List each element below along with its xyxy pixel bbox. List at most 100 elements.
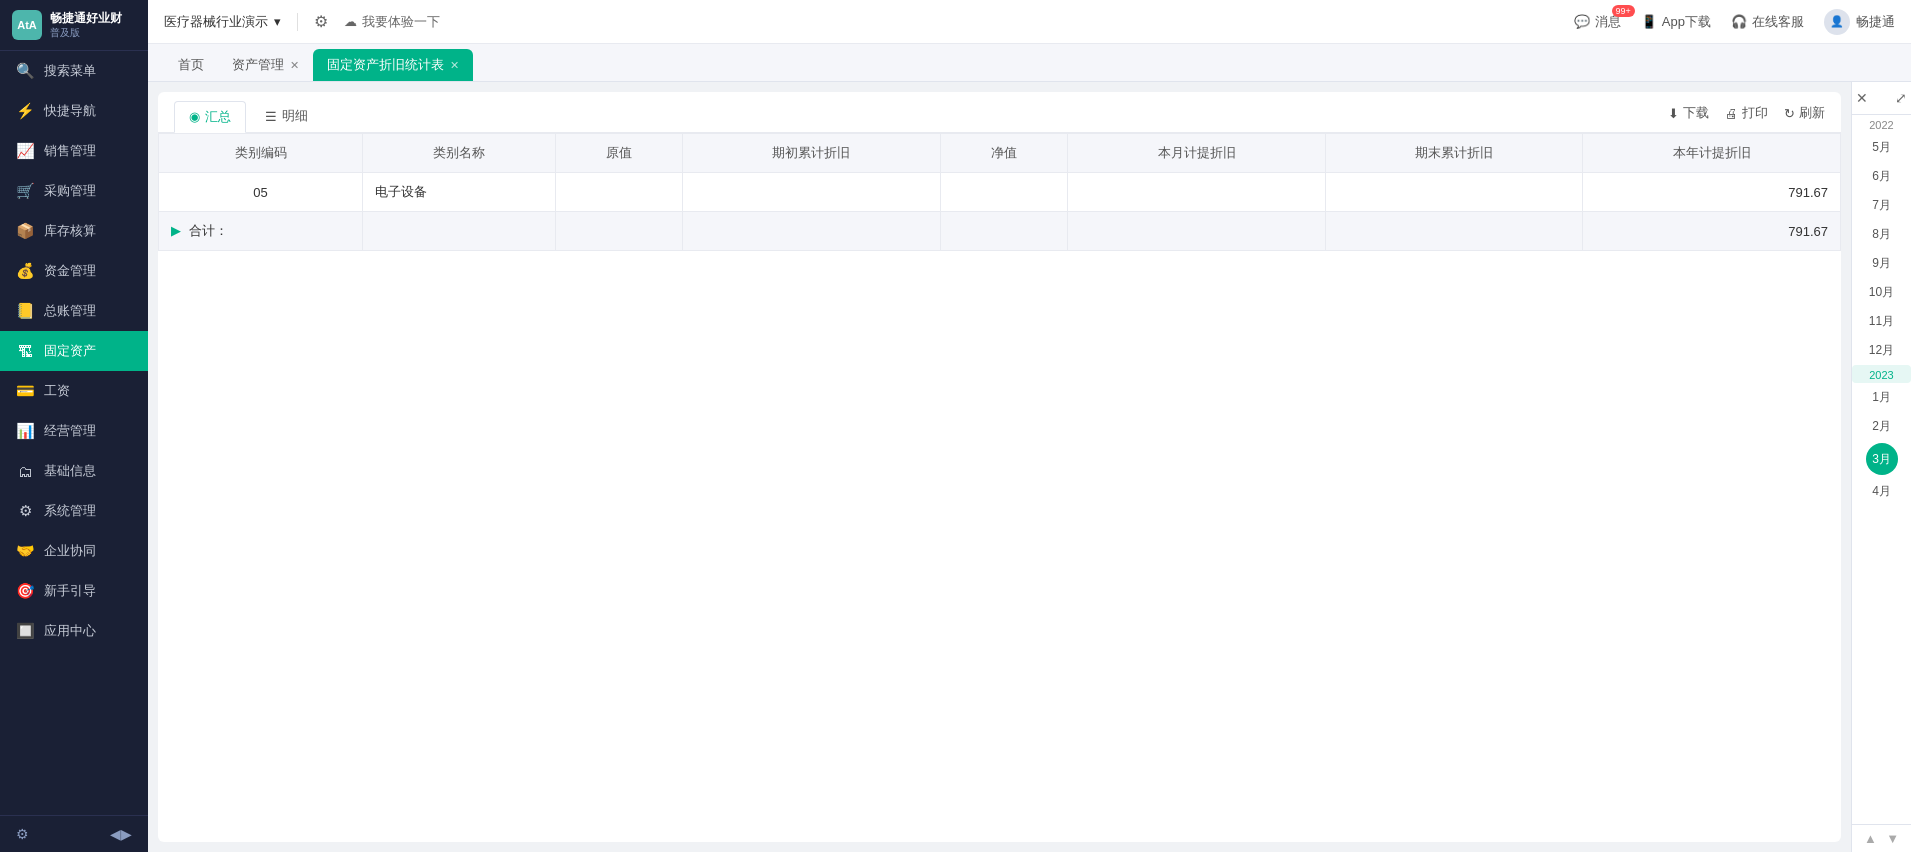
- online-service-button[interactable]: 🎧 在线客服: [1731, 13, 1804, 31]
- sidebar-item-label: 系统管理: [44, 502, 96, 520]
- content-area: ◉ 汇总 ☰ 明细 ⬇ 下载 🖨 打印: [148, 82, 1911, 852]
- sidebar-item-label: 工资: [44, 382, 70, 400]
- tab-home-label: 首页: [178, 56, 204, 74]
- sub-tab-detail-label: 明细: [282, 107, 308, 125]
- sub-tab-summary[interactable]: ◉ 汇总: [174, 101, 246, 133]
- col-name: 类别名称: [363, 134, 556, 173]
- settings-icon[interactable]: ⚙: [314, 12, 328, 31]
- sub-tab-summary-label: 汇总: [205, 108, 231, 126]
- topbar: 医疗器械行业演示 ▾ ⚙ ☁ 我要体验一下 💬 消息 99+ 📱 App下载 🎧…: [148, 0, 1911, 44]
- sidebar-item-guide[interactable]: 🎯 新手引导: [0, 571, 148, 611]
- date-panel-close-button[interactable]: ✕: [1856, 90, 1868, 106]
- sidebar-footer: ⚙ ◀▶: [0, 815, 148, 852]
- refresh-button[interactable]: ↻ 刷新: [1784, 104, 1825, 122]
- date-prev-arrow[interactable]: ▲: [1860, 829, 1881, 848]
- col-code: 类别编码: [159, 134, 363, 173]
- tab-fixed-asset-depreciation-label: 固定资产折旧统计表: [327, 56, 444, 74]
- message-icon: 💬: [1574, 14, 1590, 29]
- sidebar-item-basic-info[interactable]: 🗂 基础信息: [0, 451, 148, 491]
- experience-button[interactable]: ☁ 我要体验一下: [344, 13, 440, 31]
- company-dropdown-icon: ▾: [274, 14, 281, 29]
- tab-home[interactable]: 首页: [164, 49, 218, 81]
- tab-asset-mgmt-close[interactable]: ✕: [290, 59, 299, 72]
- date-next-arrow[interactable]: ▼: [1882, 829, 1903, 848]
- app-download-button[interactable]: 📱 App下载: [1641, 13, 1711, 31]
- sidebar-item-label: 采购管理: [44, 182, 96, 200]
- month-2022-12[interactable]: 12月: [1865, 336, 1898, 365]
- sidebar-item-system[interactable]: ⚙ 系统管理: [0, 491, 148, 531]
- sidebar-item-label: 新手引导: [44, 582, 96, 600]
- table-row: 05 电子设备 791.67: [159, 173, 1841, 212]
- total-ending-accumulated: [1325, 212, 1583, 251]
- online-service-icon: 🎧: [1731, 14, 1747, 29]
- month-2023-3-current[interactable]: 3月: [1866, 443, 1898, 475]
- sidebar-item-label: 销售管理: [44, 142, 96, 160]
- content-main: ◉ 汇总 ☰ 明细 ⬇ 下载 🖨 打印: [158, 92, 1841, 842]
- logo-main: 畅捷通好业财: [50, 11, 122, 27]
- sidebar-item-label: 快捷导航: [44, 102, 96, 120]
- user-avatar: 👤: [1824, 9, 1850, 35]
- sidebar-item-search[interactable]: 🔍 搜索菜单: [0, 51, 148, 91]
- sidebar-item-label: 总账管理: [44, 302, 96, 320]
- month-2023-4[interactable]: 4月: [1868, 477, 1895, 506]
- experience-label: 我要体验一下: [362, 13, 440, 31]
- tab-fixed-asset-depreciation-close[interactable]: ✕: [450, 59, 459, 72]
- total-annual-depreciation: 791.67: [1583, 212, 1841, 251]
- fund-icon: 💰: [16, 262, 34, 280]
- sidebar-item-ledger[interactable]: 📒 总账管理: [0, 291, 148, 331]
- month-2022-8[interactable]: 8月: [1868, 220, 1895, 249]
- month-2022-9[interactable]: 9月: [1868, 249, 1895, 278]
- month-2022-10[interactable]: 10月: [1865, 278, 1898, 307]
- sidebar-item-fixed-asset[interactable]: 🏗 固定资产: [0, 331, 148, 371]
- sidebar-item-sales[interactable]: 📈 销售管理: [0, 131, 148, 171]
- sales-icon: 📈: [16, 142, 34, 160]
- date-panel-expand-button[interactable]: ⤢: [1895, 90, 1907, 106]
- sidebar-item-operations[interactable]: 📊 经营管理: [0, 411, 148, 451]
- print-button[interactable]: 🖨 打印: [1725, 104, 1768, 122]
- download-button[interactable]: ⬇ 下载: [1668, 104, 1709, 122]
- message-badge: 99+: [1612, 5, 1635, 17]
- sidebar-item-app-center[interactable]: 🔲 应用中心: [0, 611, 148, 651]
- sub-tab-detail-icon: ☰: [265, 109, 277, 124]
- sidebar-item-enterprise[interactable]: 🤝 企业协同: [0, 531, 148, 571]
- col-original-value: 原值: [555, 134, 683, 173]
- sidebar-item-payroll[interactable]: 💳 工资: [0, 371, 148, 411]
- app-download-label: App下载: [1662, 13, 1711, 31]
- month-2022-11[interactable]: 11月: [1865, 307, 1898, 336]
- ledger-icon: 📒: [16, 302, 34, 320]
- total-label-cell: ▶ 合计：: [159, 212, 363, 251]
- user-avatar-icon: 👤: [1830, 15, 1844, 28]
- month-2022-6[interactable]: 6月: [1868, 162, 1895, 191]
- year-2023-label[interactable]: 2023: [1852, 365, 1911, 383]
- sidebar-item-fund[interactable]: 💰 资金管理: [0, 251, 148, 291]
- sidebar-item-label: 经营管理: [44, 422, 96, 440]
- sidebar-item-purchase[interactable]: 🛒 采购管理: [0, 171, 148, 211]
- month-2022-7[interactable]: 7月: [1868, 191, 1895, 220]
- sidebar-item-quick-nav[interactable]: ⚡ 快捷导航: [0, 91, 148, 131]
- sidebar-item-label: 搜索菜单: [44, 62, 96, 80]
- col-monthly-depreciation: 本月计提折旧: [1068, 134, 1326, 173]
- sub-tab-detail[interactable]: ☰ 明细: [250, 100, 323, 132]
- user-menu[interactable]: 👤 畅捷通: [1824, 9, 1895, 35]
- payroll-icon: 💳: [16, 382, 34, 400]
- tab-fixed-asset-depreciation[interactable]: 固定资产折旧统计表 ✕: [313, 49, 473, 81]
- collapse-icon[interactable]: ◀▶: [110, 826, 132, 842]
- print-icon: 🖨: [1725, 106, 1738, 121]
- sidebar-item-inventory[interactable]: 📦 库存核算: [0, 211, 148, 251]
- sidebar-item-label: 应用中心: [44, 622, 96, 640]
- total-expand-icon[interactable]: ▶: [171, 223, 181, 238]
- sidebar-item-label: 固定资产: [44, 342, 96, 360]
- total-label: 合计：: [189, 223, 228, 238]
- month-2022-5[interactable]: 5月: [1868, 133, 1895, 162]
- date-panel-header: ✕ ⤢: [1852, 82, 1911, 115]
- row-ending-accumulated: [1325, 173, 1583, 212]
- company-selector[interactable]: 医疗器械行业演示 ▾: [164, 13, 281, 31]
- company-name: 医疗器械行业演示: [164, 13, 268, 31]
- tab-asset-mgmt[interactable]: 资产管理 ✕: [218, 49, 313, 81]
- month-2023-1[interactable]: 1月: [1868, 383, 1895, 412]
- month-2023-2[interactable]: 2月: [1868, 412, 1895, 441]
- settings-footer-icon[interactable]: ⚙: [16, 826, 29, 842]
- message-button[interactable]: 💬 消息 99+: [1574, 13, 1621, 31]
- logo-text: 畅捷通好业财 普及版: [50, 11, 122, 40]
- topbar-right: 💬 消息 99+ 📱 App下载 🎧 在线客服 👤 畅捷通: [1574, 9, 1895, 35]
